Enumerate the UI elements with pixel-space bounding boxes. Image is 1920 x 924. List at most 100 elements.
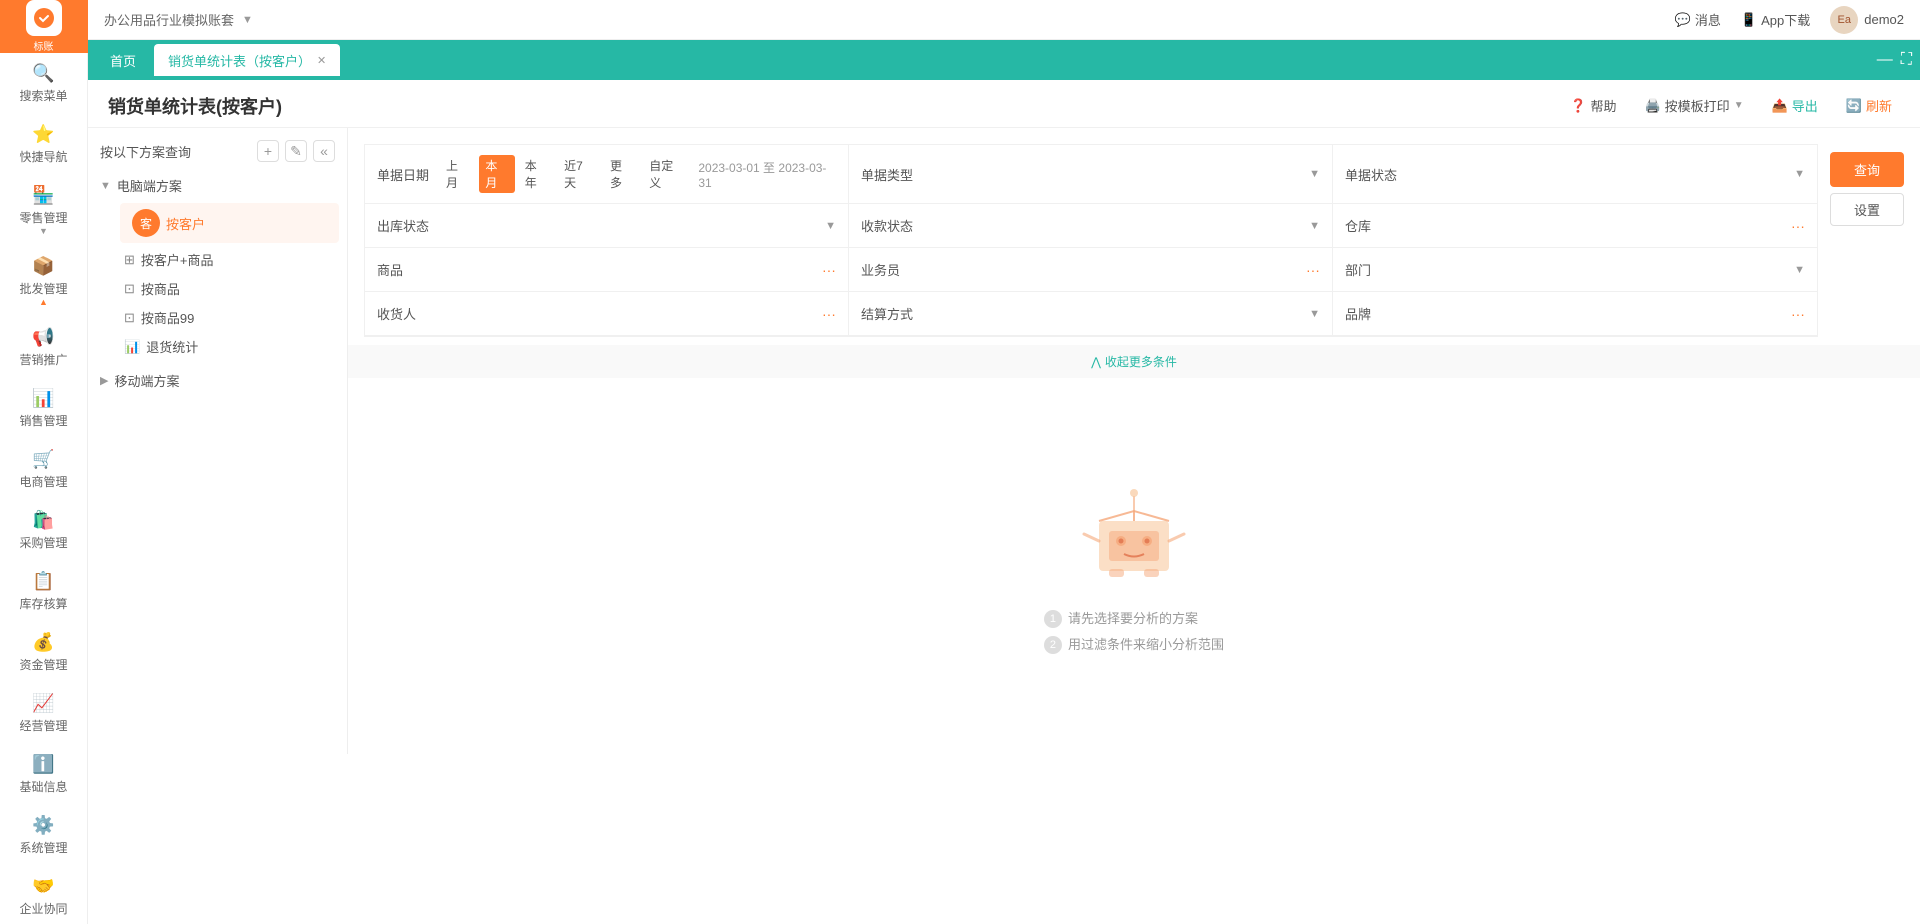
tab-sales-stats[interactable]: 销货单统计表（按客户） ✕ [154, 44, 340, 76]
order-status-value[interactable]: ▼ [1408, 168, 1805, 180]
page-header: 销货单统计表(按客户) ❓ 帮助 🖨️ 按模板打印 ▼ 📤 [88, 80, 1920, 127]
filter-cell-date: 单据日期 上月 本月 本年 近7天 更多 [365, 145, 849, 204]
settlement-dropdown[interactable]: ▼ [924, 308, 1320, 320]
order-type-label: 单据类型 [861, 165, 916, 184]
print-icon: 🖨️ [1644, 98, 1660, 114]
sidebar-item-enterprise[interactable]: 🤝 企业协同 [0, 866, 87, 924]
basic-info-icon: ℹ️ [32, 754, 54, 775]
department-dropdown[interactable]: ▼ [1408, 264, 1805, 276]
sidebar-item-basic-info[interactable]: ℹ️ 基础信息 [0, 744, 87, 805]
goods-dropdown[interactable]: ··· [440, 262, 836, 278]
sidebar-item-ecommerce[interactable]: 🛒 电商管理 [0, 439, 87, 500]
brand-dots-icon[interactable]: ··· [1791, 306, 1805, 322]
recipient-dropdown[interactable]: ··· [440, 306, 836, 322]
warehouse-dropdown[interactable]: ··· [1408, 218, 1805, 234]
page-wrapper: 销货单统计表(按客户) ❓ 帮助 🖨️ 按模板打印 ▼ 📤 [88, 80, 1920, 924]
goods-dots-icon[interactable]: ··· [822, 262, 836, 278]
sidebar-item-finance-label: 资金管理 [19, 656, 67, 673]
settings-button[interactable]: 设置 [1830, 193, 1904, 226]
sales-icon: 📊 [32, 388, 54, 409]
scheme-item-by-customer-goods-label: 按客户+商品 [141, 250, 214, 269]
goods-value[interactable]: ··· [440, 262, 836, 278]
salesperson-value[interactable]: ··· [924, 262, 1320, 278]
sidebar-item-marketing[interactable]: 📢 营销推广 [0, 317, 87, 378]
brand-value[interactable]: ··· [1408, 306, 1805, 322]
date-btn-custom[interactable]: 自定义 [643, 155, 690, 193]
sidebar-item-sales[interactable]: 📊 销售管理 [0, 378, 87, 439]
print-button[interactable]: 🖨️ 按模板打印 ▼ [1636, 92, 1751, 119]
mobile-scheme-group-header[interactable]: ▶ 移动端方案 [88, 365, 347, 396]
out-status-dropdown[interactable]: ▼ [440, 220, 836, 232]
recipient-value[interactable]: ··· [440, 306, 836, 322]
out-status-value[interactable]: ▼ [440, 220, 836, 232]
sidebar-item-sales-label: 销售管理 [19, 412, 67, 429]
recipient-dots-icon[interactable]: ··· [822, 306, 836, 322]
salesperson-label: 业务员 [861, 260, 916, 279]
desktop-scheme-group-header[interactable]: ▼ 电脑端方案 [88, 170, 347, 201]
sidebar-item-finance[interactable]: 💰 资金管理 [0, 622, 87, 683]
filter-cell-salesperson: 业务员 ··· [849, 248, 1333, 292]
date-btn-this-month[interactable]: 本月 [479, 155, 514, 193]
sidebar-item-inventory[interactable]: 📋 库存核算 [0, 561, 87, 622]
breadcrumb: 办公用品行业模拟账套 ▼ [104, 10, 253, 29]
retail-icon: 🏪 [32, 185, 54, 206]
sidebar-item-wholesale[interactable]: 📦 批发管理 ▲ [0, 246, 87, 317]
scheme-item-by-customer[interactable]: 客 按客户 [120, 203, 339, 243]
collection-status-value[interactable]: ▼ [924, 220, 1320, 232]
settlement-value[interactable]: ▼ [924, 308, 1320, 320]
brand-dropdown[interactable]: ··· [1408, 306, 1805, 322]
collection-status-dropdown[interactable]: ▼ [924, 220, 1320, 232]
scheme-item-return-stats[interactable]: 📊 退货统计 [112, 332, 347, 361]
filter-results-panel: 单据日期 上月 本月 本年 近7天 更多 [348, 128, 1920, 754]
filter-cell-goods: 商品 ··· [365, 248, 849, 292]
help-button[interactable]: ❓ 帮助 [1562, 92, 1624, 119]
collapse-scheme-button[interactable]: « [313, 140, 335, 162]
tab-home[interactable]: 首页 [96, 44, 150, 76]
sidebar-item-retail[interactable]: 🏪 零售管理 ▼ [0, 175, 87, 246]
sidebar-item-system-label: 系统管理 [19, 839, 67, 856]
sidebar-item-operations-label: 经营管理 [19, 717, 67, 734]
department-value[interactable]: ▼ [1408, 264, 1805, 276]
sidebar-item-search[interactable]: 🔍 搜索菜单 [0, 53, 87, 114]
maximize-window-icon[interactable]: ⛶ [1901, 51, 1912, 69]
messages-button[interactable]: 💬 消息 [1675, 10, 1721, 29]
edit-scheme-button[interactable]: ✎ [285, 140, 307, 162]
breadcrumb-dropdown-icon[interactable]: ▼ [242, 14, 253, 26]
date-btn-this-year[interactable]: 本年 [519, 155, 554, 193]
sidebar-item-system[interactable]: ⚙️ 系统管理 [0, 805, 87, 866]
order-type-value[interactable]: ▼ [924, 168, 1320, 180]
salesperson-dropdown[interactable]: ··· [924, 262, 1320, 278]
query-button[interactable]: 查询 [1830, 152, 1904, 187]
date-btn-7days[interactable]: 近7天 [558, 155, 600, 193]
refresh-button[interactable]: 🔄 刷新 [1838, 92, 1900, 119]
scheme-item-by-customer-goods[interactable]: ⊞ 按客户+商品 [112, 245, 347, 274]
add-scheme-button[interactable]: + [257, 140, 279, 162]
scheme-item-by-goods[interactable]: ⊡ 按商品 [112, 274, 347, 303]
print-dropdown-icon[interactable]: ▼ [1734, 100, 1744, 111]
order-status-dropdown[interactable]: ▼ [1408, 168, 1805, 180]
ecommerce-icon: 🛒 [32, 449, 54, 470]
warehouse-value[interactable]: ··· [1408, 218, 1805, 234]
minimize-window-icon[interactable]: — [1877, 51, 1893, 69]
collection-status-arrow-icon: ▼ [1309, 220, 1320, 232]
sidebar-item-operations[interactable]: 📈 经营管理 [0, 683, 87, 744]
sidebar-item-purchase[interactable]: 🛍️ 采购管理 [0, 500, 87, 561]
order-type-dropdown[interactable]: ▼ [924, 168, 1320, 180]
mobile-scheme-group: ▶ 移动端方案 [88, 365, 347, 396]
app-download-button[interactable]: 📱 App下载 [1741, 10, 1810, 29]
date-btn-last-month[interactable]: 上月 [440, 155, 475, 193]
collapse-bar[interactable]: ⋀ 收起更多条件 [348, 345, 1920, 378]
sidebar-item-basic-info-label: 基础信息 [19, 778, 67, 795]
system-icon: ⚙️ [32, 815, 54, 836]
scheme-item-by-goods-99[interactable]: ⊡ 按商品99 [112, 303, 347, 332]
out-status-label: 出库状态 [377, 216, 432, 235]
warehouse-dots-icon[interactable]: ··· [1791, 218, 1805, 234]
close-tab-icon[interactable]: ✕ [317, 54, 326, 67]
app-logo: 标账 [0, 0, 88, 53]
user-menu[interactable]: Ea demo2 [1830, 6, 1904, 34]
sidebar-item-quick-nav[interactable]: ⭐ 快捷导航 [0, 114, 87, 175]
salesperson-dots-icon[interactable]: ··· [1306, 262, 1320, 278]
date-btn-more[interactable]: 更多 [604, 155, 639, 193]
date-filter-label: 单据日期 [377, 165, 432, 184]
export-button[interactable]: 📤 导出 [1764, 92, 1826, 119]
